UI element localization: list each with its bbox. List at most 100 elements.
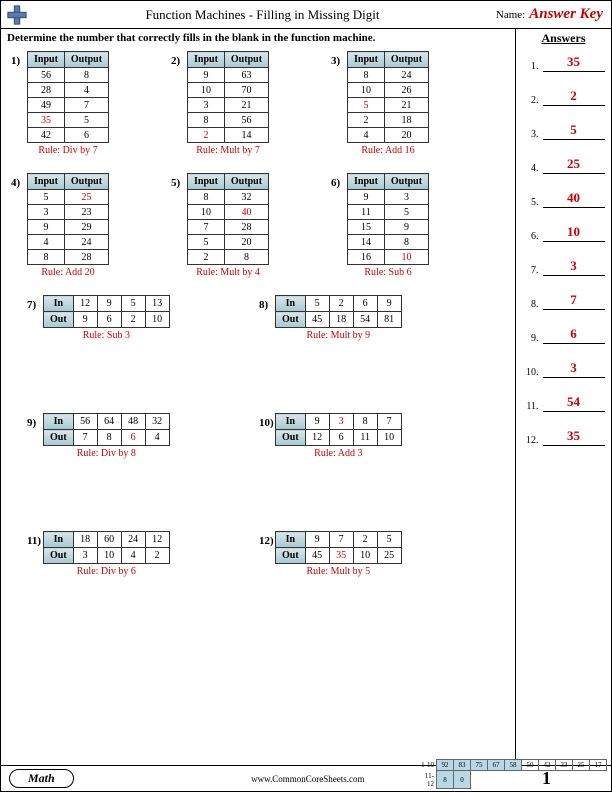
answer-number: 10. — [523, 367, 539, 378]
score-cell: 25 — [573, 760, 590, 771]
cell: 8 — [97, 430, 121, 446]
problem-1: 1)InputOutput568284497355426Rule: Div by… — [27, 51, 109, 156]
rule-text: Rule: Mult by 7 — [187, 145, 269, 156]
row-out: Out — [276, 548, 306, 564]
row-in: In — [44, 296, 74, 312]
cell: 45 — [305, 312, 329, 328]
answer-value: 25 — [543, 156, 605, 174]
answer-number: 6. — [523, 231, 539, 242]
cell: 4 — [28, 235, 65, 250]
col-input: Input — [348, 174, 385, 190]
cell: 4 — [348, 128, 385, 143]
cell: 15 — [348, 220, 385, 235]
answer-row: 3.5 — [516, 122, 611, 140]
cell: 2 — [145, 548, 169, 564]
cell: 35 — [329, 548, 353, 564]
problem-3: 3)InputOutput8241026521218420Rule: Add 1… — [347, 51, 429, 156]
cell: 3 — [384, 190, 428, 205]
cell: 42 — [28, 128, 65, 143]
score-cell: 58 — [505, 760, 522, 771]
cell: 9 — [377, 296, 401, 312]
answer-value: 3 — [543, 360, 605, 378]
cell: 35 — [28, 113, 65, 128]
cell: 29 — [64, 220, 108, 235]
problem-number: 11) — [27, 535, 41, 547]
cell: 8 — [28, 250, 65, 265]
rule-text: Rule: Add 20 — [27, 267, 109, 278]
col-input: Input — [188, 174, 225, 190]
cell: 13 — [145, 296, 169, 312]
col-output: Output — [224, 52, 268, 68]
answer-number: 9. — [523, 333, 539, 344]
problem-2: 2)InputOutput9631070321856214Rule: Mult … — [187, 51, 269, 156]
cell: 9 — [28, 220, 65, 235]
rule-text: Rule: Sub 6 — [347, 267, 429, 278]
function-table: InputOutput568284497355426 — [27, 51, 109, 143]
cell: 60 — [97, 532, 121, 548]
cell: 54 — [353, 312, 377, 328]
cell: 7 — [73, 430, 97, 446]
cell: 10 — [384, 250, 428, 265]
score-cell: 50 — [522, 760, 539, 771]
cell: 5 — [64, 113, 108, 128]
cell: 9 — [305, 532, 329, 548]
cell: 3 — [329, 414, 353, 430]
score-cell: 0 — [454, 771, 471, 789]
cell: 24 — [121, 532, 145, 548]
score-grid: 1-109283756758504233251711-1280 — [420, 759, 608, 789]
problem-number: 5) — [171, 177, 180, 189]
cell: 12 — [305, 430, 329, 446]
row-out: Out — [44, 312, 74, 328]
cell: 8 — [224, 250, 268, 265]
answer-number: 5. — [523, 197, 539, 208]
answer-row: 4.25 — [516, 156, 611, 174]
function-table: In56644832Out7864 — [43, 413, 170, 446]
cell: 64 — [97, 414, 121, 430]
cell: 48 — [121, 414, 145, 430]
cell: 6 — [97, 312, 121, 328]
cell: 8 — [353, 414, 377, 430]
cell: 24 — [384, 68, 428, 83]
col-output: Output — [384, 52, 428, 68]
worksheet-title: Function Machines - Filling in Missing D… — [29, 7, 496, 23]
cell: 2 — [348, 113, 385, 128]
cell: 26 — [384, 83, 428, 98]
function-table: InputOutput832104072852028 — [187, 173, 269, 265]
rule-text: Rule: Sub 3 — [43, 330, 170, 341]
answer-value: 54 — [543, 394, 605, 412]
cell: 12 — [73, 296, 97, 312]
cell: 5 — [305, 296, 329, 312]
row-out: Out — [44, 430, 74, 446]
cell: 2 — [329, 296, 353, 312]
rule-text: Rule: Add 3 — [275, 448, 402, 459]
answer-value: 10 — [543, 224, 605, 242]
row-in: In — [44, 532, 74, 548]
cell: 20 — [224, 235, 268, 250]
answer-number: 3. — [523, 129, 539, 140]
cell: 18 — [329, 312, 353, 328]
cell: 9 — [348, 190, 385, 205]
row-in: In — [276, 296, 306, 312]
footer: Math www.CommonCoreSheets.com 1 1-109283… — [1, 765, 611, 791]
function-table: In129513Out96210 — [43, 295, 170, 328]
cell: 81 — [377, 312, 401, 328]
answer-number: 1. — [523, 61, 539, 72]
problem-number: 3) — [331, 55, 340, 67]
cell: 18 — [384, 113, 428, 128]
cell: 56 — [28, 68, 65, 83]
cell: 10 — [188, 83, 225, 98]
cell: 12 — [145, 532, 169, 548]
cell: 2 — [188, 128, 225, 143]
cell: 8 — [188, 190, 225, 205]
name-label: Name: — [496, 9, 525, 21]
cell: 28 — [64, 250, 108, 265]
cell: 6 — [353, 296, 377, 312]
problem-number: 2) — [171, 55, 180, 67]
cell: 9 — [73, 312, 97, 328]
cell: 56 — [73, 414, 97, 430]
answer-row: 6.10 — [516, 224, 611, 242]
answer-row: 5.40 — [516, 190, 611, 208]
cell: 5 — [384, 205, 428, 220]
header: Function Machines - Filling in Missing D… — [1, 1, 611, 29]
cell: 6 — [329, 430, 353, 446]
